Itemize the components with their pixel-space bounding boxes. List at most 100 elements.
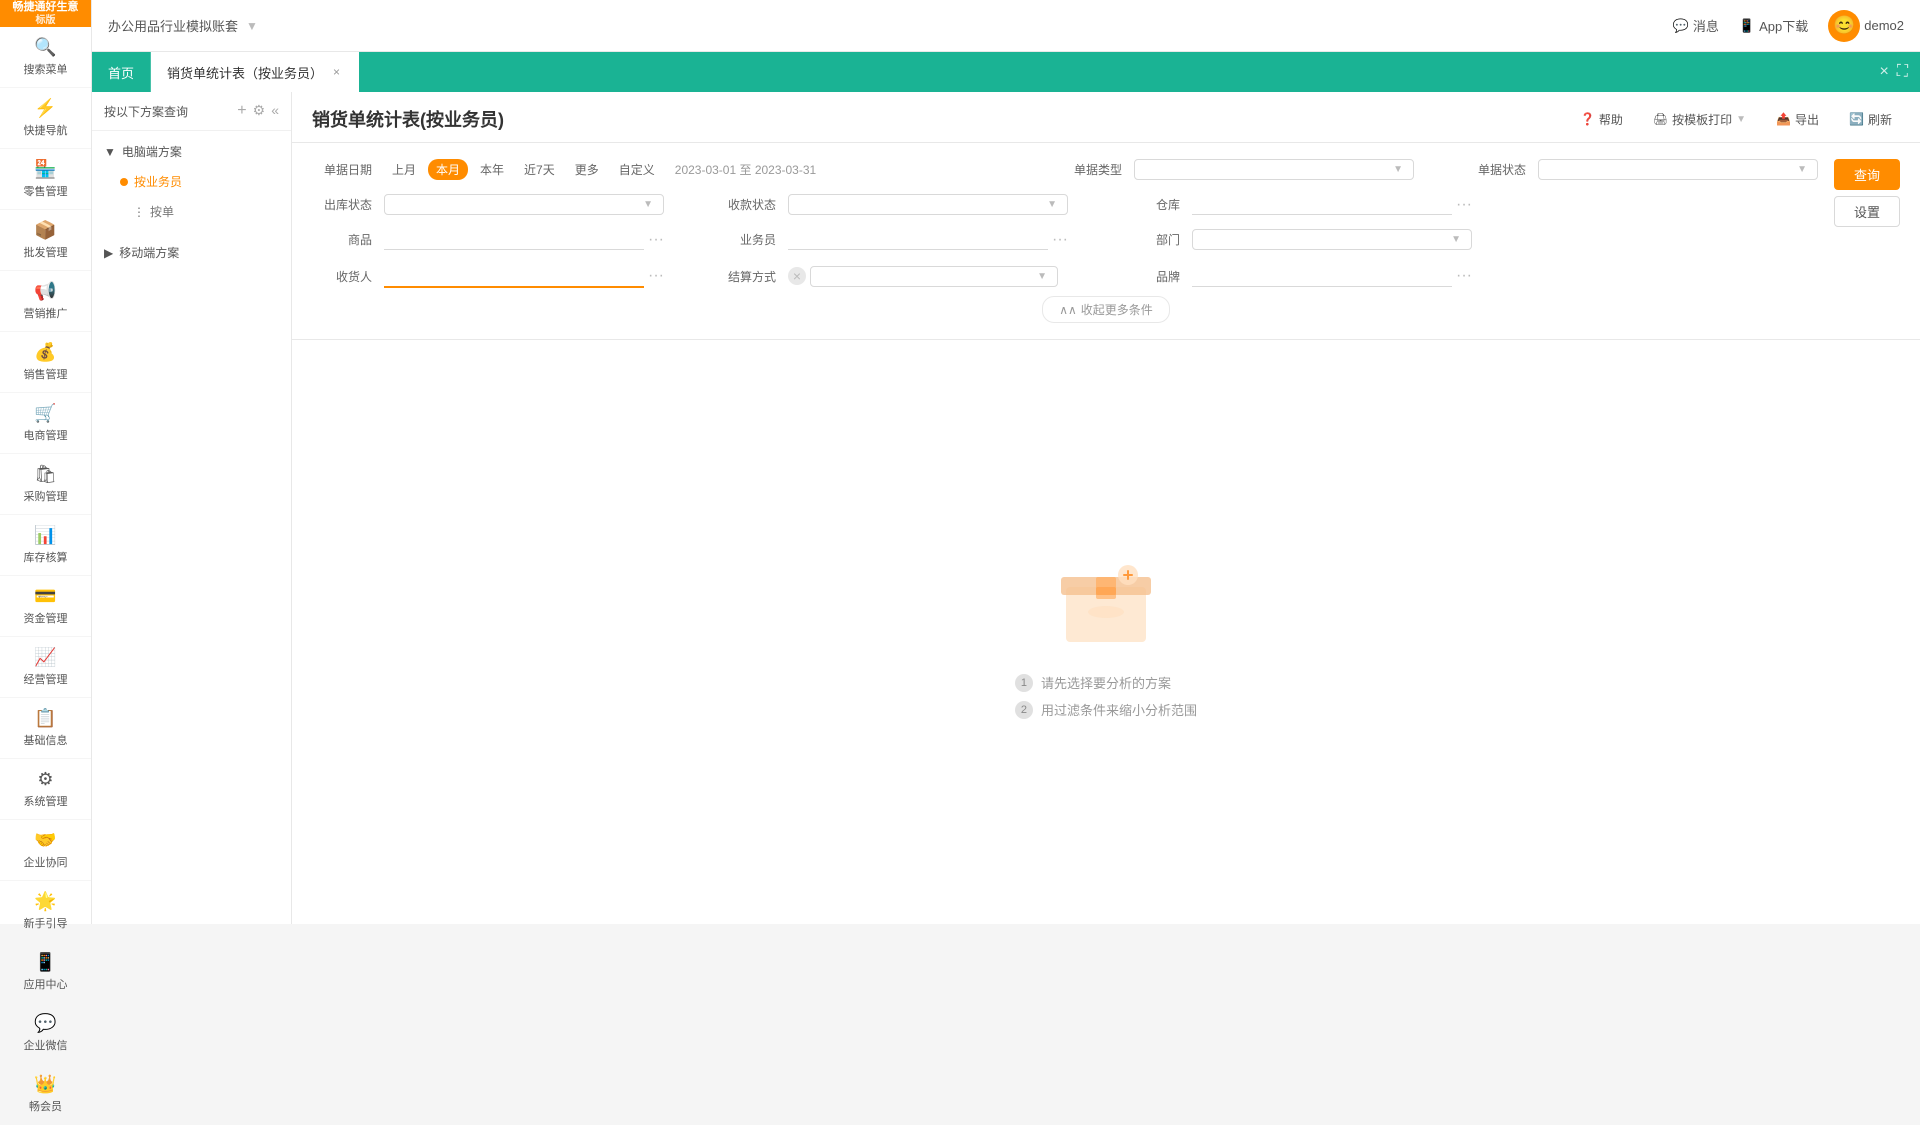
sidebar-item-wechat[interactable]: 💬企业微信 — [0, 1003, 91, 1064]
date-tab-last7[interactable]: 近7天 — [516, 159, 563, 180]
date-tab-more[interactable]: 更多 — [567, 159, 607, 180]
scheme-group-mobile: ▶ 移动端方案 — [92, 232, 291, 273]
sidebar-item-purchase[interactable]: 🛍采购管理 — [0, 454, 91, 515]
department-select[interactable]: ▼ — [1192, 229, 1472, 250]
tab-home[interactable]: 首页 — [92, 52, 151, 92]
user-avatar: 😊 — [1828, 10, 1860, 42]
query-button[interactable]: 查询 — [1834, 159, 1900, 190]
page-title: 销货单统计表(按业务员) — [312, 106, 504, 132]
empty-state: 1 请先选择要分析的方案 2 用过滤条件来缩小分析范围 — [1015, 537, 1197, 727]
app-download-button[interactable]: 📱 App下载 — [1739, 16, 1808, 35]
scheme-sub-by-order[interactable]: ⋮ 按单 — [92, 197, 291, 226]
goods-input[interactable] — [384, 229, 644, 250]
payment-status-arrow-icon: ▼ — [1047, 199, 1057, 210]
sidebar-item-cooperation[interactable]: 🤝企业协同 — [0, 820, 91, 881]
date-tab-this-month[interactable]: 本月 — [428, 159, 468, 180]
marketing-icon: 📢 — [34, 281, 56, 302]
brand-label: 品牌 — [1120, 268, 1180, 285]
sidebar-item-wholesale[interactable]: 📦批发管理 — [0, 210, 91, 271]
sidebar-label-member: 畅会员 — [29, 1098, 62, 1114]
export-button[interactable]: 📤 导出 — [1768, 107, 1827, 132]
sidebar-item-retail[interactable]: 🏪零售管理 — [0, 149, 91, 210]
payment-status-control: ▼ — [788, 194, 1068, 215]
filter-row-2: 出库状态 ▼ 收款状态 ▼ — [312, 194, 1818, 215]
step-2-number: 2 — [1015, 701, 1033, 719]
sidebar-item-newbie[interactable]: 🌟新手引导 — [0, 881, 91, 942]
sidebar-item-operations[interactable]: 📈经营管理 — [0, 637, 91, 698]
date-control: 上月 本月 本年 近7天 更多 自定义 2023-03-01 至 2023-03… — [384, 159, 1010, 180]
out-status-control: ▼ — [384, 194, 664, 215]
doc-status-select[interactable]: ▼ — [1538, 159, 1818, 180]
user-profile-button[interactable]: 😊 demo2 — [1828, 10, 1904, 42]
collapse-bar: ∧∧ 收起更多条件 — [312, 296, 1900, 323]
print-icon: 🖨 — [1653, 112, 1668, 126]
date-tab-last-month[interactable]: 上月 — [384, 159, 424, 180]
payment-status-label: 收款状态 — [716, 196, 776, 213]
tab-sales-stat[interactable]: 销货单统计表（按业务员） × — [151, 52, 359, 92]
top-header: 办公用品行业模拟账套 ▼ 💬 消息 📱 App下载 😊 demo2 — [92, 0, 1920, 52]
sidebar-item-finance[interactable]: 💳资金管理 — [0, 576, 91, 637]
warehouse-dots-icon[interactable]: ··· — [1456, 196, 1472, 214]
tab-home-label: 首页 — [108, 63, 134, 82]
message-button[interactable]: 💬 消息 — [1673, 16, 1719, 35]
sidebar-item-ecommerce[interactable]: 🛒电商管理 — [0, 393, 91, 454]
out-status-select[interactable]: ▼ — [384, 194, 664, 215]
step-1-text: 请先选择要分析的方案 — [1041, 673, 1171, 692]
sidebar-item-search[interactable]: 🔍搜索菜单 — [0, 27, 91, 88]
receiver-input[interactable] — [384, 264, 624, 284]
sidebar-item-sales[interactable]: 💰销售管理 — [0, 332, 91, 393]
salesman-label: 业务员 — [716, 231, 776, 248]
goods-dots-icon[interactable]: ··· — [648, 231, 664, 249]
main-area: 办公用品行业模拟账套 ▼ 💬 消息 📱 App下载 😊 demo2 首页 — [92, 0, 1920, 924]
sidebar-item-marketing[interactable]: 📢营销推广 — [0, 271, 91, 332]
department-label: 部门 — [1120, 231, 1180, 248]
workspace-chevron-icon: ▼ — [246, 19, 258, 33]
tab-bar-right: × ⛶ — [1879, 63, 1920, 81]
tab-close-icon[interactable]: × — [331, 63, 342, 81]
add-scheme-icon[interactable]: + — [237, 102, 246, 120]
collapse-button[interactable]: ∧∧ 收起更多条件 — [1042, 296, 1170, 323]
date-tab-this-year[interactable]: 本年 — [472, 159, 512, 180]
sidebar-item-inventory[interactable]: 📊库存核算 — [0, 515, 91, 576]
sidebar-item-basic[interactable]: 📋基础信息 — [0, 698, 91, 759]
tab-expand-icon[interactable]: ⛶ — [1897, 63, 1908, 81]
scheme-panel-actions: + ⚙ « — [237, 102, 279, 120]
settlement-select[interactable]: ▼ — [810, 266, 1058, 287]
group-arrow-icon: ▼ — [104, 145, 116, 159]
app-logo[interactable]: 畅捷通好生意 标版 — [0, 0, 91, 27]
sidebar-item-app-center[interactable]: 📱应用中心 — [0, 942, 91, 1003]
doc-type-select[interactable]: ▼ — [1134, 159, 1414, 180]
warehouse-label: 仓库 — [1120, 196, 1180, 213]
download-icon: 📱 — [1739, 18, 1755, 34]
collapse-scheme-icon[interactable]: « — [271, 102, 279, 120]
scheme-group-desktop-title[interactable]: ▼ 电脑端方案 — [92, 137, 291, 166]
date-tab-custom[interactable]: 自定义 — [611, 159, 663, 180]
payment-status-select[interactable]: ▼ — [788, 194, 1068, 215]
doc-status-arrow-icon: ▼ — [1797, 164, 1807, 175]
tab-close-all-icon[interactable]: × — [1879, 63, 1888, 81]
salesman-dots-icon[interactable]: ··· — [1052, 231, 1068, 249]
salesman-input[interactable] — [788, 229, 1048, 250]
settlement-clear-icon[interactable]: × — [788, 267, 806, 285]
receiver-dots-icon[interactable]: ··· — [648, 267, 664, 285]
scheme-item-by-salesman[interactable]: 按业务员 — [92, 166, 291, 197]
settings-scheme-icon[interactable]: ⚙ — [253, 102, 266, 120]
sidebar-item-member[interactable]: 👑畅会员 — [0, 1064, 91, 1125]
print-label: 按模板打印 — [1672, 111, 1732, 128]
warehouse-input[interactable] — [1192, 194, 1452, 215]
brand-dots-icon[interactable]: ··· — [1456, 267, 1472, 285]
department-control: ▼ — [1192, 229, 1472, 250]
scheme-group-mobile-title[interactable]: ▶ 移动端方案 — [92, 238, 291, 267]
help-button[interactable]: ❓ 帮助 — [1572, 107, 1631, 132]
settings-button[interactable]: 设置 — [1834, 196, 1900, 227]
workspace-selector[interactable]: 办公用品行业模拟账套 ▼ — [108, 16, 258, 35]
doc-status-label: 单据状态 — [1466, 161, 1526, 178]
wechat-icon: 💬 — [34, 1013, 56, 1034]
goods-label: 商品 — [312, 231, 372, 248]
sidebar-item-system[interactable]: ⚙系统管理 — [0, 759, 91, 820]
brand-input[interactable] — [1192, 266, 1452, 287]
refresh-button[interactable]: 🔄 刷新 — [1841, 107, 1900, 132]
sidebar-item-quick-nav[interactable]: ⚡快捷导航 — [0, 88, 91, 149]
print-button[interactable]: 🖨 按模板打印 ▼ — [1645, 107, 1754, 132]
filter-row-1: 单据日期 上月 本月 本年 近7天 更多 自定义 20 — [312, 159, 1818, 180]
